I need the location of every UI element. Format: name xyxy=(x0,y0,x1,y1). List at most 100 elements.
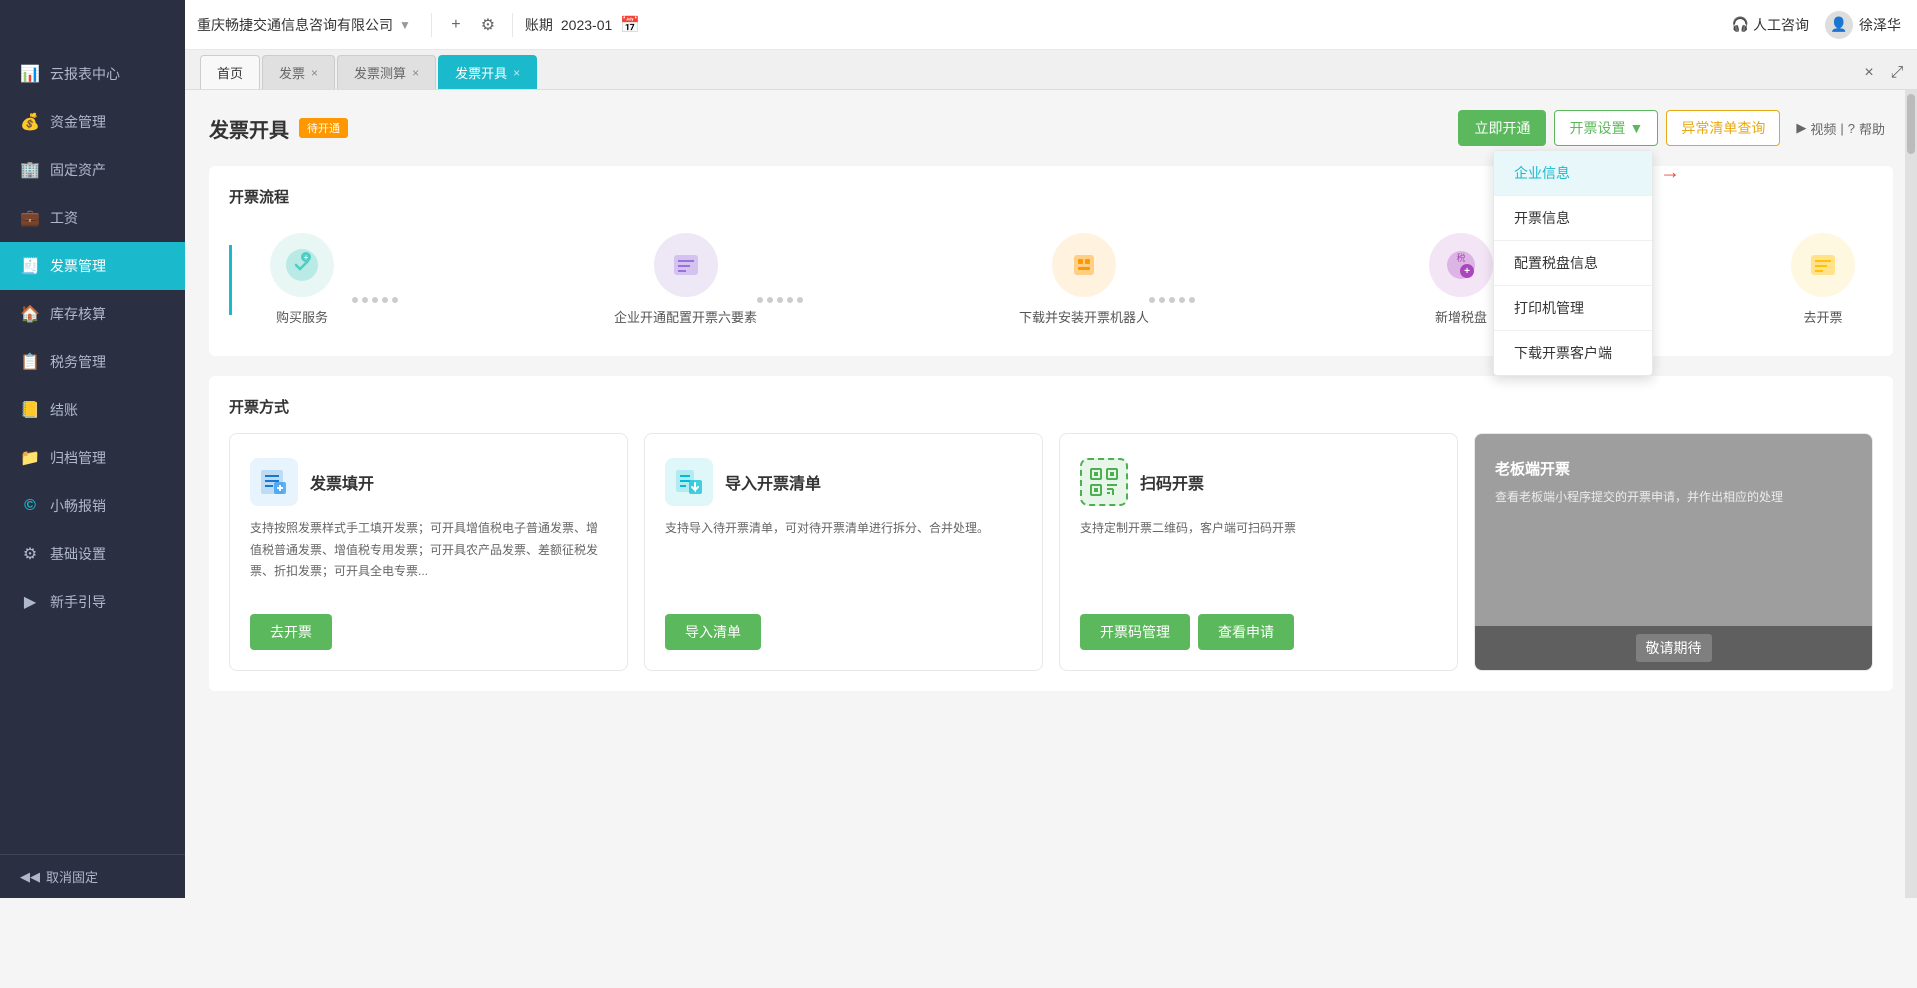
fill-invoice-button[interactable]: 去开票 xyxy=(250,614,332,650)
methods-grid: 发票填开 支持按照发票样式手工填开发票；可开具增值税电子普通发票、增值税普通发票… xyxy=(229,433,1873,671)
download-robot-label: 下载并安装开票机器人 xyxy=(1019,307,1149,326)
fixed-assets-icon: 🏢 xyxy=(20,160,40,180)
calendar-icon[interactable]: 📅 xyxy=(620,15,640,35)
sidebar-label-report: 小畅报销 xyxy=(50,496,106,516)
user-info[interactable]: 👤 徐泽华 xyxy=(1825,11,1901,39)
method-card-scan-invoice: 扫码开票 支持定制开票二维码，客户端可扫码开票 开票码管理 查看申请 xyxy=(1059,433,1458,671)
sidebar-item-inventory[interactable]: 🏠 库存核算 xyxy=(0,290,185,338)
scroll-thumb[interactable] xyxy=(1907,94,1915,154)
top-bar: ☁ 畅捷通好会计 旗舰版 重庆畅捷交通信息咨询有限公司 ▼ + ⚙ 账期 202… xyxy=(0,0,1917,50)
company-dropdown-arrow: ▼ xyxy=(399,18,411,32)
sidebar-item-salary[interactable]: 💼 工资 xyxy=(0,194,185,242)
abnormal-list-button[interactable]: 异常清单查询 xyxy=(1666,110,1780,146)
tab-invoice-calc-close[interactable]: × xyxy=(412,66,419,80)
sidebar-item-invoice-mgmt[interactable]: 🧾 发票管理 xyxy=(0,242,185,290)
svg-text:+: + xyxy=(1464,266,1470,277)
method-card-fill-invoice: 发票填开 支持按照发票样式手工填开发票；可开具增值税电子普通发票、增值税普通发票… xyxy=(229,433,628,671)
method-card-boss-invoice: 老板端开票 查看老板端小程序提交的开票申请，并作出相应的处理 敬请期待 xyxy=(1474,433,1873,671)
video-button[interactable]: ▶ 视频 | ? 帮助 xyxy=(1788,112,1893,145)
flow-connector-3 xyxy=(1149,257,1411,303)
tab-invoice-calc[interactable]: 发票测算 × xyxy=(337,55,436,89)
main-content: 发票开具 待开通 立即开通 开票设置 ▼ 异常清单查询 ▶ 视频 | ? 帮助 … xyxy=(185,90,1917,898)
fund-mgmt-icon: 💰 xyxy=(20,112,40,132)
top-right-area: 🎧 人工咨询 👤 徐泽华 xyxy=(1732,11,1901,39)
close-all-tabs-button[interactable]: × xyxy=(1857,61,1881,85)
top-divider-2 xyxy=(512,13,513,37)
expand-button[interactable]: ⤢ xyxy=(1885,61,1909,85)
add-company-button[interactable]: + xyxy=(440,9,472,41)
import-list-header: 导入开票清单 xyxy=(665,458,1022,506)
video-label: 视频 xyxy=(1810,119,1836,138)
tab-invoice[interactable]: 发票 × xyxy=(262,55,335,89)
tab-invoice-close[interactable]: × xyxy=(311,66,318,80)
scan-invoice-header: 扫码开票 xyxy=(1080,458,1437,506)
consult-button[interactable]: 🎧 人工咨询 xyxy=(1732,15,1809,35)
guide-icon: ▶ xyxy=(20,592,40,612)
headset-icon: 🎧 xyxy=(1732,16,1749,33)
tax-disk-label: 配置税盘信息 xyxy=(1514,255,1598,271)
tab-bar: 首页 发票 × 发票测算 × 发票开具 × × ⤢ xyxy=(0,50,1917,90)
cancel-icon: ◀◀ xyxy=(20,869,40,885)
download-robot-icon xyxy=(1052,233,1116,297)
flow-step-config-company: 企业开通配置开票六要素 xyxy=(614,233,757,326)
help-icon: ? xyxy=(1848,121,1855,136)
settings-dropdown-arrow: ▼ xyxy=(1629,120,1643,136)
import-list-button[interactable]: 导入清单 xyxy=(665,614,761,650)
buy-service-icon: + xyxy=(270,233,334,297)
invoice-settings-button[interactable]: 开票设置 ▼ xyxy=(1554,110,1658,146)
activate-button[interactable]: 立即开通 xyxy=(1458,110,1546,146)
company-name: 重庆畅捷交通信息咨询有限公司 xyxy=(197,15,393,35)
sidebar-item-archive[interactable]: 📁 归档管理 xyxy=(0,434,185,482)
sidebar-label-archive: 归档管理 xyxy=(50,448,106,468)
sidebar-scroll: 📊 云报表中心 💰 资金管理 🏢 固定资产 💼 工资 🧾 发票管理 🏠 库存核算… xyxy=(0,50,185,854)
qr-code-mgmt-button[interactable]: 开票码管理 xyxy=(1080,614,1190,650)
fill-invoice-title: 发票填开 xyxy=(310,470,374,494)
sidebar-cancel-button[interactable]: ◀◀ 取消固定 xyxy=(0,855,185,898)
sidebar-bottom: ◀◀ 取消固定 xyxy=(0,854,185,898)
tab-invoice-issue[interactable]: 发票开具 × xyxy=(438,55,537,89)
scrollbar[interactable] xyxy=(1905,90,1917,898)
dropdown-item-download-client[interactable]: 下载开票客户端 xyxy=(1494,331,1652,375)
play-icon: ▶ xyxy=(1796,120,1806,136)
page-title-area: 发票开具 待开通 xyxy=(209,114,348,143)
help-label: 帮助 xyxy=(1859,119,1885,138)
config-company-label: 企业开通配置开票六要素 xyxy=(614,307,757,326)
svg-text:+: + xyxy=(304,253,309,262)
dropdown-item-printer[interactable]: 打印机管理 xyxy=(1494,286,1652,331)
fill-invoice-header: 发票填开 xyxy=(250,458,607,506)
sidebar-item-fund-mgmt[interactable]: 💰 资金管理 xyxy=(0,98,185,146)
sidebar-item-settlement[interactable]: 📒 结账 xyxy=(0,386,185,434)
go-invoice-svg xyxy=(1805,247,1841,283)
config-company-icon xyxy=(654,233,718,297)
sidebar-item-report[interactable]: © 小畅报销 xyxy=(0,482,185,530)
settings-icon[interactable]: ⚙ xyxy=(472,9,504,41)
sidebar-item-guide[interactable]: ▶ 新手引导 xyxy=(0,578,185,626)
tab-home[interactable]: 首页 xyxy=(200,55,260,89)
sidebar-item-tax-mgmt[interactable]: 📋 税务管理 xyxy=(0,338,185,386)
sidebar-label-settlement: 结账 xyxy=(50,400,78,420)
tab-invoice-calc-label: 发票测算 xyxy=(354,63,406,82)
tab-invoice-issue-close[interactable]: × xyxy=(513,66,520,80)
user-avatar: 👤 xyxy=(1825,11,1853,39)
settlement-icon: 📒 xyxy=(20,400,40,420)
cancel-label: 取消固定 xyxy=(46,867,98,886)
sidebar-item-settings[interactable]: ⚙ 基础设置 xyxy=(0,530,185,578)
cloud-report-icon: 📊 xyxy=(20,64,40,84)
period-value: 2023-01 xyxy=(561,17,612,33)
sidebar-label-fixed-assets: 固定资产 xyxy=(50,160,106,180)
sidebar-label-salary: 工资 xyxy=(50,208,78,228)
dropdown-item-tax-disk[interactable]: 配置税盘信息 xyxy=(1494,241,1652,286)
sidebar-item-fixed-assets[interactable]: 🏢 固定资产 xyxy=(0,146,185,194)
coming-soon-badge: 敬请期待 xyxy=(1636,634,1712,662)
dropdown-item-company-info[interactable]: 企业信息 → xyxy=(1494,151,1652,196)
page-title: 发票开具 xyxy=(209,114,289,143)
company-selector[interactable]: 重庆畅捷交通信息咨询有限公司 ▼ xyxy=(185,9,423,41)
import-list-icon xyxy=(665,458,713,506)
sidebar-label-settings: 基础设置 xyxy=(50,544,106,564)
scan-invoice-title: 扫码开票 xyxy=(1140,470,1204,494)
sidebar-label-invoice-mgmt: 发票管理 xyxy=(50,256,106,276)
sidebar-item-cloud-report[interactable]: 📊 云报表中心 xyxy=(0,50,185,98)
dropdown-item-invoice-info[interactable]: 开票信息 xyxy=(1494,196,1652,241)
settings-sidebar-icon: ⚙ xyxy=(20,544,40,564)
view-application-button[interactable]: 查看申请 xyxy=(1198,614,1294,650)
